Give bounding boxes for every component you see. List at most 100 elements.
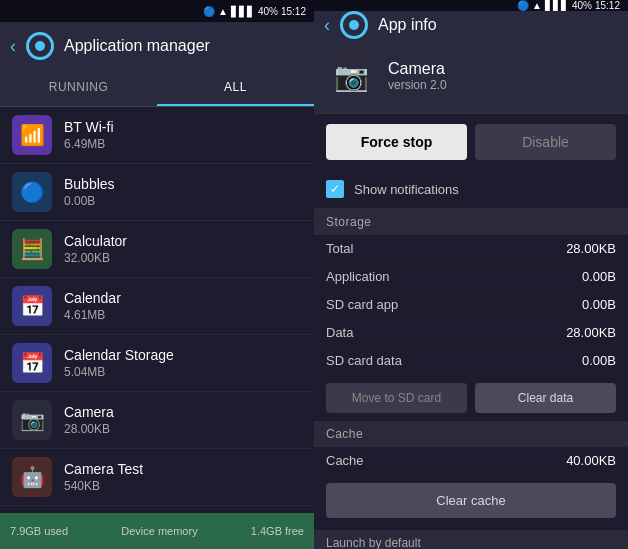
- memory-free-label: 1.4GB free: [251, 525, 304, 537]
- bubbles-name: Bubbles: [64, 176, 302, 192]
- battery-label: 40%: [258, 6, 278, 17]
- force-stop-button[interactable]: Force stop: [326, 124, 467, 160]
- left-status-icons: 🔵 ▲ ▋▋▋ 40% 15:12: [203, 6, 306, 17]
- cache-value: 40.00KB: [566, 453, 616, 468]
- bubbles-icon: 🔵: [12, 172, 52, 212]
- clear-data-button[interactable]: Clear data: [475, 383, 616, 413]
- right-panel: 🔵 ▲ ▋▋▋ 40% 15:12 ‹ App info 📷 Camera ve…: [314, 0, 628, 549]
- list-item[interactable]: 🔵 Bubbles 0.00B: [0, 164, 314, 221]
- list-item[interactable]: 📷 Camera 28.00KB: [0, 392, 314, 449]
- storage-app-row: Application 0.00B: [314, 263, 628, 291]
- calendar-storage-size: 5.04MB: [64, 365, 302, 379]
- storage-sdcard-data-row: SD card data 0.00B: [314, 347, 628, 375]
- device-memory-label: Device memory: [121, 525, 197, 537]
- storage-total-row: Total 28.00KB: [314, 235, 628, 263]
- camera-size: 28.00KB: [64, 422, 302, 436]
- right-header: ‹ App info: [314, 11, 628, 39]
- list-item[interactable]: 🍬 Candy Crush Saga: [0, 506, 314, 513]
- gear-icon-right: [340, 11, 368, 39]
- right-signal-icon: ▋▋▋: [545, 0, 569, 11]
- total-value: 28.00KB: [566, 241, 616, 256]
- cache-section-header: Cache: [314, 421, 628, 447]
- memory-bar-container: 7.9GB used Device memory 1.4GB free: [0, 513, 314, 549]
- left-header: ‹ Application manager: [0, 22, 314, 70]
- right-status-icons: 🔵 ▲ ▋▋▋ 40% 15:12: [517, 0, 620, 11]
- cache-action-buttons: Clear cache: [314, 475, 628, 526]
- camera-app-icon: 📷: [12, 400, 52, 440]
- app-detail-header: 📷 Camera version 2.0: [314, 39, 628, 114]
- show-notifications-checkbox[interactable]: ✓: [326, 180, 344, 198]
- calculator-name: Calculator: [64, 233, 302, 249]
- calculator-icon: 🧮: [12, 229, 52, 269]
- sdcard-app-label: SD card app: [326, 297, 398, 312]
- camera-detail-info: Camera version 2.0: [388, 60, 447, 92]
- data-value: 28.00KB: [566, 325, 616, 340]
- camera-detail-icon: 📷: [326, 51, 376, 101]
- signal-icon: ▋▋▋: [231, 6, 255, 17]
- right-header-title: App info: [378, 16, 437, 34]
- list-item[interactable]: 🧮 Calculator 32.00KB: [0, 221, 314, 278]
- right-battery-label: 40%: [572, 0, 592, 11]
- bubbles-size: 0.00B: [64, 194, 302, 208]
- time-label: 15:12: [281, 6, 306, 17]
- right-bluetooth-icon: 🔵: [517, 0, 529, 11]
- list-item[interactable]: 📅 Calendar Storage 5.04MB: [0, 335, 314, 392]
- back-button-left[interactable]: ‹: [10, 36, 16, 57]
- bt-wifi-size: 6.49MB: [64, 137, 302, 151]
- back-button-right[interactable]: ‹: [324, 15, 330, 36]
- camera-test-icon: 🤖: [12, 457, 52, 497]
- left-panel: 🔵 ▲ ▋▋▋ 40% 15:12 ‹ Application manager …: [0, 0, 314, 549]
- storage-sdcard-row: SD card app 0.00B: [314, 291, 628, 319]
- tab-running[interactable]: RUNNING: [0, 70, 157, 106]
- calendar-size: 4.61MB: [64, 308, 302, 322]
- bt-wifi-name: BT Wi-fi: [64, 119, 302, 135]
- sdcard-data-value: 0.00B: [582, 353, 616, 368]
- calculator-size: 32.00KB: [64, 251, 302, 265]
- sdcard-app-value: 0.00B: [582, 297, 616, 312]
- calendar-storage-name: Calendar Storage: [64, 347, 302, 363]
- cache-label: Cache: [326, 453, 364, 468]
- notifications-row: ✓ Show notifications: [314, 170, 628, 209]
- action-buttons-row: Force stop Disable: [314, 114, 628, 170]
- disable-button[interactable]: Disable: [475, 124, 616, 160]
- calculator-info: Calculator 32.00KB: [64, 233, 302, 265]
- list-item[interactable]: 🤖 Camera Test 540KB: [0, 449, 314, 506]
- right-status-bar: 🔵 ▲ ▋▋▋ 40% 15:12: [314, 0, 628, 11]
- bubbles-info: Bubbles 0.00B: [64, 176, 302, 208]
- calendar-name: Calendar: [64, 290, 302, 306]
- camera-detail-name: Camera: [388, 60, 447, 78]
- tab-all[interactable]: ALL: [157, 70, 314, 106]
- launch-default-header: Launch by default: [314, 530, 628, 549]
- bt-wifi-icon: 📶: [12, 115, 52, 155]
- bt-wifi-info: BT Wi-fi 6.49MB: [64, 119, 302, 151]
- memory-used-label: 7.9GB used: [10, 525, 68, 537]
- storage-section-header: Storage: [314, 209, 628, 235]
- storage-action-buttons: Move to SD card Clear data: [314, 375, 628, 421]
- clear-cache-button[interactable]: Clear cache: [326, 483, 616, 518]
- calendar-storage-icon: 📅: [12, 343, 52, 383]
- right-time-label: 15:12: [595, 0, 620, 11]
- app-list: 📶 BT Wi-fi 6.49MB 🔵 Bubbles 0.00B 🧮 Calc…: [0, 107, 314, 513]
- cache-row: Cache 40.00KB: [314, 447, 628, 475]
- wifi-status-icon: ▲: [218, 6, 228, 17]
- camera-test-size: 540KB: [64, 479, 302, 493]
- total-label: Total: [326, 241, 353, 256]
- calendar-icon: 📅: [12, 286, 52, 326]
- left-header-title: Application manager: [64, 37, 210, 55]
- app-label: Application: [326, 269, 390, 284]
- list-item[interactable]: 📶 BT Wi-fi 6.49MB: [0, 107, 314, 164]
- right-wifi-icon: ▲: [532, 0, 542, 11]
- sdcard-data-label: SD card data: [326, 353, 402, 368]
- app-value: 0.00B: [582, 269, 616, 284]
- camera-detail-version: version 2.0: [388, 78, 447, 92]
- camera-name: Camera: [64, 404, 302, 420]
- camera-test-name: Camera Test: [64, 461, 302, 477]
- show-notifications-label: Show notifications: [354, 182, 459, 197]
- calendar-storage-info: Calendar Storage 5.04MB: [64, 347, 302, 379]
- bluetooth-icon: 🔵: [203, 6, 215, 17]
- tabs-bar: RUNNING ALL: [0, 70, 314, 107]
- move-to-sd-button[interactable]: Move to SD card: [326, 383, 467, 413]
- gear-icon-left: [26, 32, 54, 60]
- camera-test-info: Camera Test 540KB: [64, 461, 302, 493]
- list-item[interactable]: 📅 Calendar 4.61MB: [0, 278, 314, 335]
